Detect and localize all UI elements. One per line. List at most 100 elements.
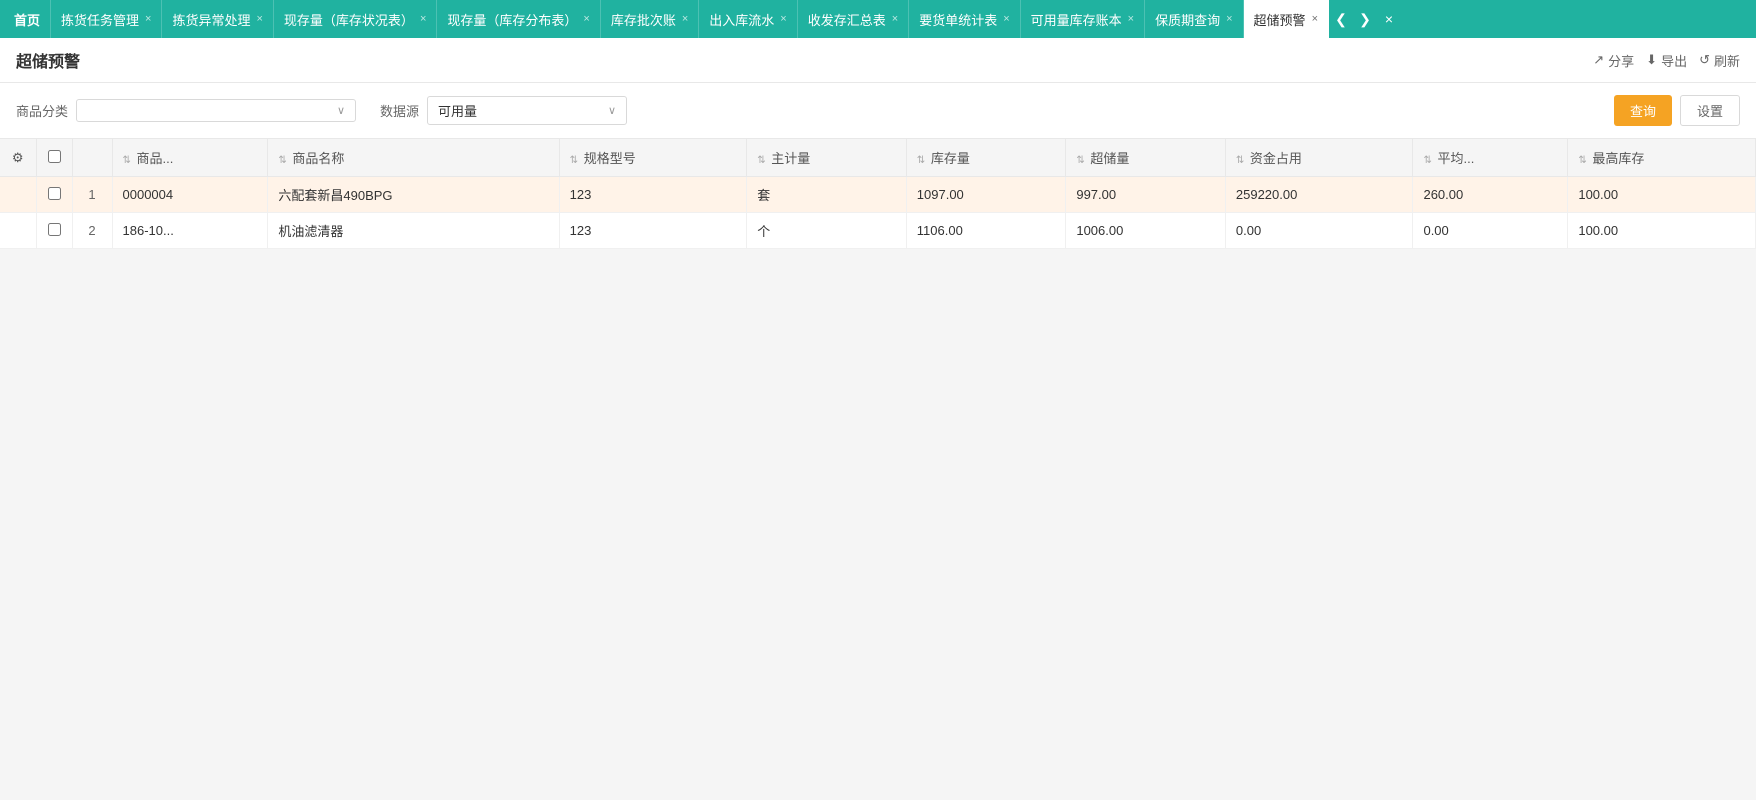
page-title: 超储预警: [16, 48, 80, 72]
gear-icon[interactable]: ⚙: [12, 150, 24, 165]
column-avg[interactable]: ⇅ 平均...: [1413, 139, 1568, 177]
column-over-qty[interactable]: ⇅ 超储量: [1066, 139, 1226, 177]
column-product-name[interactable]: ⇅ 商品名称: [268, 139, 559, 177]
nav-tab-overstock[interactable]: 超储预警 ×: [1244, 0, 1329, 38]
row-number: 2: [72, 213, 112, 249]
nav-tab-tuo-task[interactable]: 拣货任务管理 ×: [51, 0, 162, 38]
settings-button[interactable]: 设置: [1680, 95, 1740, 126]
dropdown-arrow-icon: ∨: [337, 104, 345, 117]
row-avg: 0.00: [1413, 213, 1568, 249]
row-stock-qty: 1097.00: [906, 177, 1066, 213]
sort-icon: ⇅: [570, 155, 578, 166]
sort-icon: ⇅: [1423, 155, 1431, 166]
column-unit[interactable]: ⇅ 主计量: [747, 139, 907, 177]
row-capital-used: 259220.00: [1225, 177, 1413, 213]
sort-icon: ⇅: [917, 155, 925, 166]
row-checkbox-cell[interactable]: [36, 213, 72, 249]
close-icon[interactable]: ×: [1003, 13, 1009, 25]
sort-icon: ⇅: [278, 155, 286, 166]
dropdown-arrow-icon: ∨: [608, 104, 616, 117]
close-icon[interactable]: ×: [1226, 13, 1232, 25]
column-spec[interactable]: ⇅ 规格型号: [559, 139, 747, 177]
column-stock-qty[interactable]: ⇅ 库存量: [906, 139, 1066, 177]
top-navigation: 首页 拣货任务管理 × 拣货异常处理 × 现存量（库存状况表） × 现存量（库存…: [0, 0, 1756, 38]
row-over-qty: 997.00: [1066, 177, 1226, 213]
close-icon[interactable]: ×: [892, 13, 898, 25]
page-header: 超储预警 ↗ 分享 ⬇ 导出 ↺ 刷新: [0, 38, 1756, 83]
datasource-label: 数据源: [380, 101, 419, 120]
close-icon[interactable]: ×: [1312, 13, 1318, 25]
row-max-stock: 100.00: [1568, 177, 1756, 213]
row-spec: 123: [559, 213, 747, 249]
row-capital-used: 0.00: [1225, 213, 1413, 249]
category-label: 商品分类: [16, 101, 68, 120]
row-unit: 个: [747, 213, 907, 249]
refresh-button[interactable]: ↺ 刷新: [1699, 51, 1740, 70]
nav-tab-order-stats[interactable]: 要货单统计表 ×: [909, 0, 1020, 38]
nav-tab-inout-flow[interactable]: 出入库流水 ×: [699, 0, 797, 38]
table-row: 1 0000004 六配套新昌490BPG 123 套 1097.00 997.…: [0, 177, 1756, 213]
row-product-name: 机油滤清器: [268, 213, 559, 249]
datasource-value: 可用量: [438, 101, 477, 120]
nav-tab-quality-check[interactable]: 保质期查询 ×: [1145, 0, 1243, 38]
column-max-stock[interactable]: ⇅ 最高库存: [1568, 139, 1756, 177]
row-max-stock: 100.00: [1568, 213, 1756, 249]
query-button[interactable]: 查询: [1614, 95, 1672, 126]
table-header-row: ⚙ ⇅ 商品... ⇅ 商品名称 ⇅ 规格型号: [0, 139, 1756, 177]
nav-tab-stock-dist[interactable]: 现存量（库存分布表） ×: [437, 0, 600, 38]
row-stock-qty: 1106.00: [906, 213, 1066, 249]
row-settings-cell: [0, 177, 36, 213]
column-settings[interactable]: ⚙: [0, 139, 36, 177]
select-all-checkbox[interactable]: [48, 150, 61, 163]
close-icon[interactable]: ×: [145, 13, 151, 25]
category-filter: 商品分类 ∨: [16, 99, 356, 122]
nav-tab-avail-stock[interactable]: 可用量库存账本 ×: [1021, 0, 1145, 38]
refresh-icon: ↺: [1699, 52, 1710, 68]
nav-tab-stock-status[interactable]: 现存量（库存状况表） ×: [274, 0, 437, 38]
sort-icon: ⇅: [123, 155, 131, 166]
column-row-num: [72, 139, 112, 177]
column-product-code[interactable]: ⇅ 商品...: [112, 139, 268, 177]
nav-tab-recv-summary[interactable]: 收发存汇总表 ×: [798, 0, 909, 38]
row-unit: 套: [747, 177, 907, 213]
sort-icon: ⇅: [1578, 155, 1586, 166]
table-row: 2 186-10... 机油滤清器 123 个 1106.00 1006.00 …: [0, 213, 1756, 249]
close-icon[interactable]: ×: [256, 13, 262, 25]
close-icon[interactable]: ×: [583, 13, 589, 25]
row-checkbox-cell[interactable]: [36, 177, 72, 213]
row-product-name: 六配套新昌490BPG: [268, 177, 559, 213]
nav-tab-home[interactable]: 首页: [4, 0, 51, 38]
datasource-filter: 数据源 可用量 ∨: [380, 96, 627, 125]
row-number: 1: [72, 177, 112, 213]
export-icon: ⬇: [1646, 52, 1657, 68]
close-icon[interactable]: ×: [682, 13, 688, 25]
column-checkbox[interactable]: [36, 139, 72, 177]
sort-icon: ⇅: [757, 155, 765, 166]
datasource-select[interactable]: 可用量 ∨: [427, 96, 627, 125]
header-actions: ↗ 分享 ⬇ 导出 ↺ 刷新: [1593, 51, 1740, 70]
row-avg: 260.00: [1413, 177, 1568, 213]
row-checkbox[interactable]: [48, 223, 61, 236]
row-settings-cell: [0, 213, 36, 249]
row-product-code: 186-10...: [112, 213, 268, 249]
row-over-qty: 1006.00: [1066, 213, 1226, 249]
close-icon[interactable]: ×: [1128, 13, 1134, 25]
filter-row: 商品分类 ∨ 数据源 可用量 ∨ 查询 设置: [0, 83, 1756, 139]
share-button[interactable]: ↗ 分享: [1593, 51, 1634, 70]
share-icon: ↗: [1593, 52, 1604, 68]
sort-icon: ⇅: [1076, 155, 1084, 166]
overstock-table: ⚙ ⇅ 商品... ⇅ 商品名称 ⇅ 规格型号: [0, 139, 1756, 249]
category-select[interactable]: ∨: [76, 99, 356, 122]
nav-arrow-close[interactable]: ×: [1377, 0, 1401, 38]
export-button[interactable]: ⬇ 导出: [1646, 51, 1687, 70]
table-body: 1 0000004 六配套新昌490BPG 123 套 1097.00 997.…: [0, 177, 1756, 249]
column-capital-used[interactable]: ⇅ 资金占用: [1225, 139, 1413, 177]
close-icon[interactable]: ×: [420, 13, 426, 25]
close-icon[interactable]: ×: [780, 13, 786, 25]
nav-tab-tuo-abnormal[interactable]: 拣货异常处理 ×: [162, 0, 273, 38]
row-checkbox[interactable]: [48, 187, 61, 200]
nav-arrow-right[interactable]: ❯: [1353, 0, 1377, 38]
filter-actions: 查询 设置: [1614, 95, 1740, 126]
nav-arrow-left[interactable]: ❮: [1329, 0, 1353, 38]
nav-tab-stock-batch[interactable]: 库存批次账 ×: [601, 0, 699, 38]
